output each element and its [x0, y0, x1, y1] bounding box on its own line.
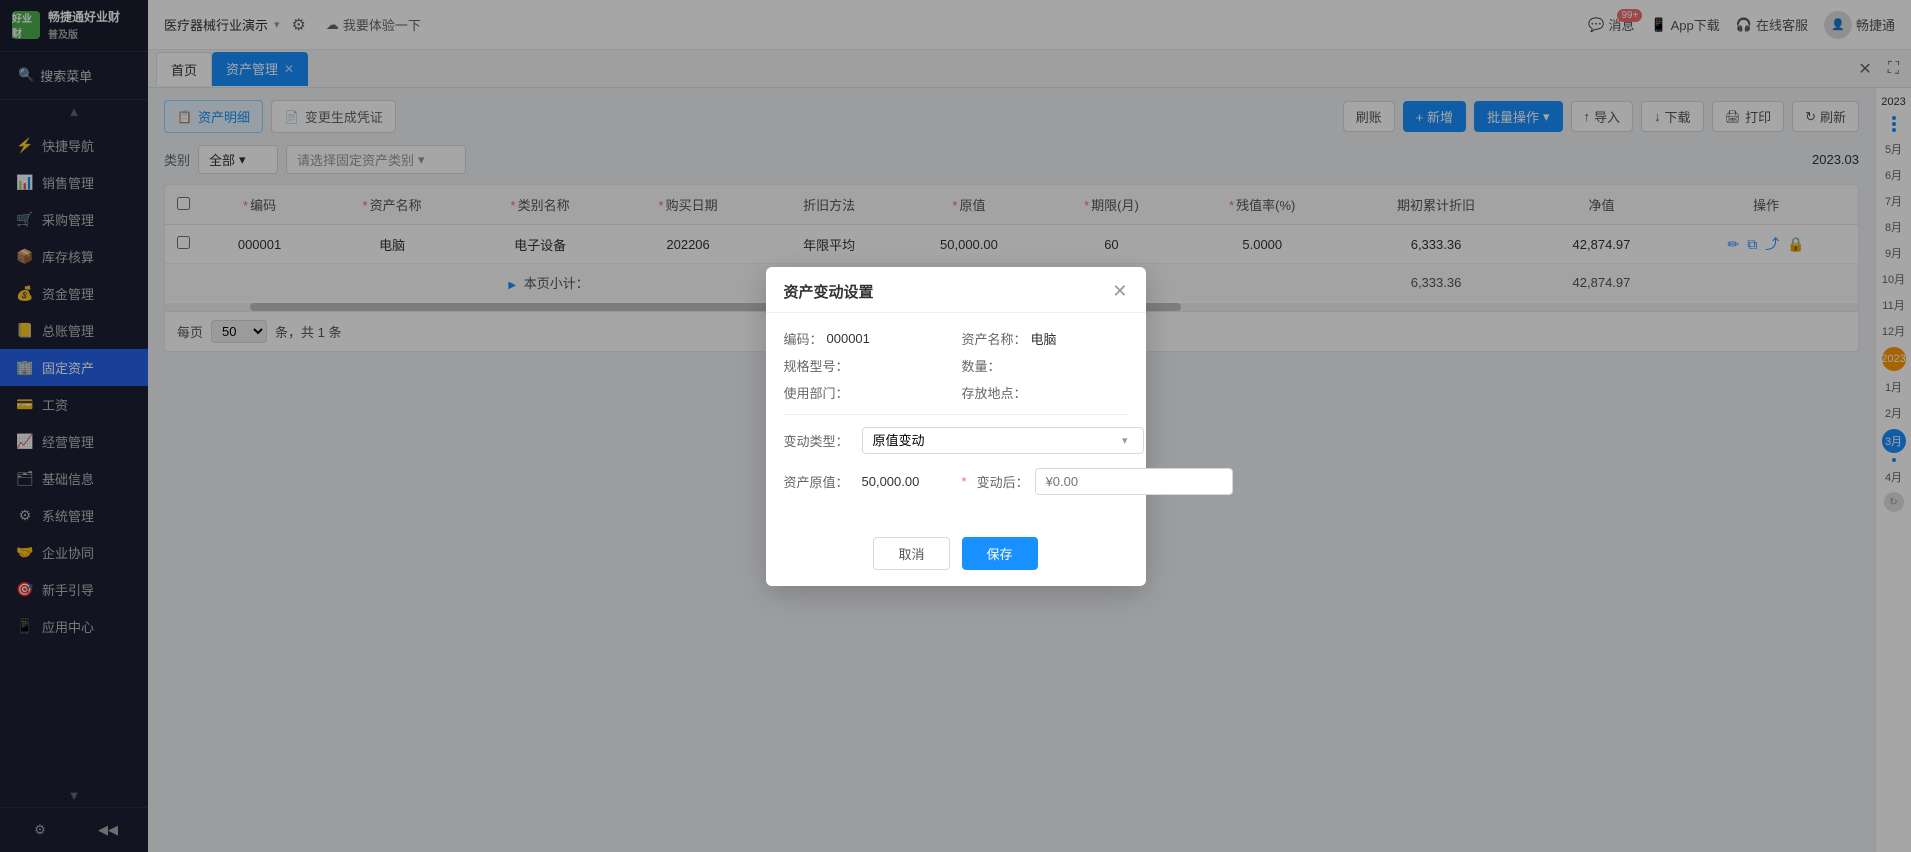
modal-name-value: 电脑 [1031, 329, 1057, 348]
modal-quantity-label: 数量： [962, 356, 1001, 375]
modal-body: 编码： 000001 资产名称： 电脑 规格型号： 数量： 使用部门： [766, 313, 1146, 525]
modal-title: 资产变动设置 [784, 281, 874, 302]
modal-code-label: 编码： [784, 329, 823, 348]
modal-after-change-input[interactable] [1035, 468, 1233, 495]
modal-header: 资产变动设置 ✕ [766, 267, 1146, 313]
modal-code-value: 000001 [827, 331, 870, 346]
modal-quantity-item: 数量： [962, 356, 1128, 375]
modal-change-type-select-wrap: 原值变动 数量变动 部门变动 ▾ [862, 427, 1128, 454]
modal-department-item: 使用部门： [784, 383, 950, 402]
modal-cancel-button[interactable]: 取消 [873, 537, 949, 570]
modal-required-mark: * [962, 474, 967, 489]
modal-asset-value-label: 资产原值： [784, 472, 854, 491]
modal-close-icon[interactable]: ✕ [1112, 282, 1127, 300]
modal-location-item: 存放地点： [962, 383, 1128, 402]
asset-change-modal: 资产变动设置 ✕ 编码： 000001 资产名称： 电脑 规格型号： 数量： [766, 267, 1146, 586]
modal-cancel-label: 取消 [898, 547, 924, 562]
modal-asset-value-display: 50,000.00 [862, 474, 942, 489]
modal-change-type-row: 变动类型： 原值变动 数量变动 部门变动 ▾ [784, 427, 1128, 454]
modal-department-label: 使用部门： [784, 383, 849, 402]
modal-spec-label: 规格型号： [784, 356, 849, 375]
modal-change-type-select[interactable]: 原值变动 数量变动 部门变动 [862, 427, 1144, 454]
modal-after-change-label: 变动后： [977, 472, 1027, 491]
modal-overlay: 资产变动设置 ✕ 编码： 000001 资产名称： 电脑 规格型号： 数量： [0, 0, 1911, 852]
modal-info-grid: 编码： 000001 资产名称： 电脑 规格型号： 数量： 使用部门： [784, 329, 1128, 402]
modal-name-label: 资产名称： [962, 329, 1027, 348]
modal-save-button[interactable]: 保存 [962, 537, 1038, 570]
modal-name-item: 资产名称： 电脑 [962, 329, 1128, 348]
modal-asset-value-row: 资产原值： 50,000.00 * 变动后： [784, 468, 1128, 495]
modal-divider [784, 414, 1128, 415]
modal-spec-item: 规格型号： [784, 356, 950, 375]
modal-code-item: 编码： 000001 [784, 329, 950, 348]
modal-footer: 取消 保存 [766, 525, 1146, 586]
modal-change-type-label: 变动类型： [784, 431, 854, 450]
modal-location-label: 存放地点： [962, 383, 1027, 402]
modal-save-label: 保存 [987, 547, 1013, 562]
